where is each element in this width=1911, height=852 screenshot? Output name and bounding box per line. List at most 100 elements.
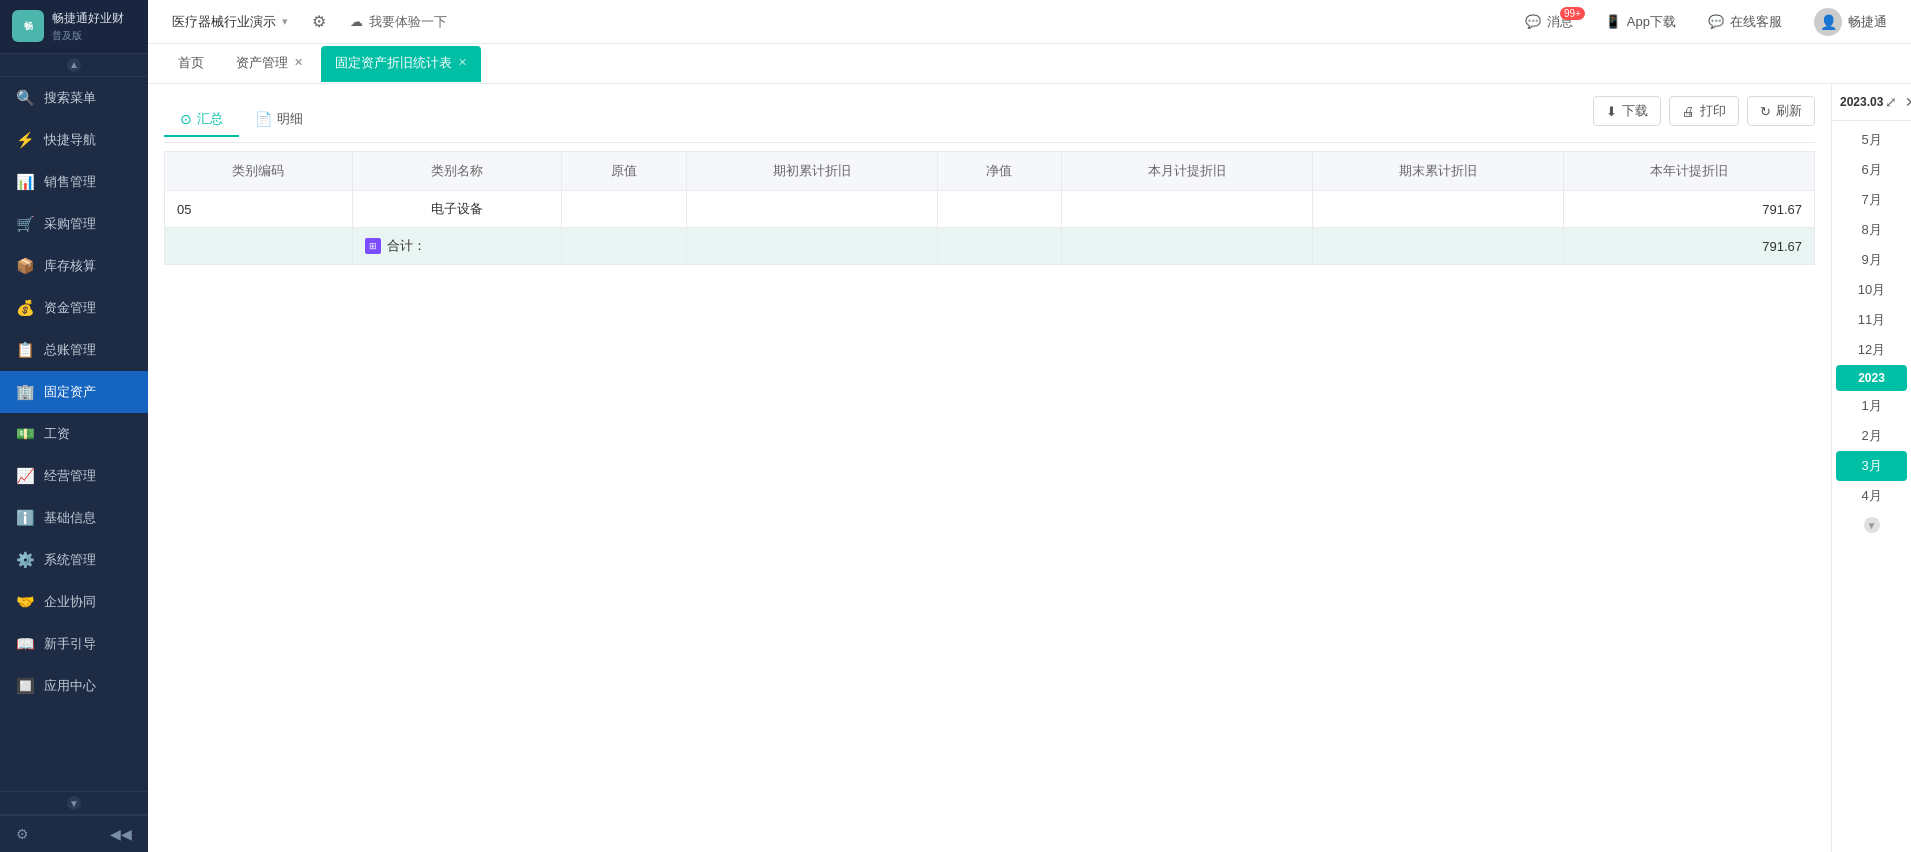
month-item-11[interactable]: 11月	[1832, 305, 1911, 335]
sidebar-item-basic-info[interactable]: ℹ️ 基础信息	[0, 497, 148, 539]
month-item-6[interactable]: 6月	[1832, 155, 1911, 185]
subtotal-annual-depreciation: 791.67	[1563, 228, 1814, 265]
sidebar-logo: 畅 畅捷通好业财 普及版	[0, 0, 148, 54]
month-item-10[interactable]: 10月	[1832, 275, 1911, 305]
system-icon: ⚙️	[16, 551, 34, 569]
sidebar-item-quick-nav[interactable]: ⚡ 快捷导航	[0, 119, 148, 161]
inventory-icon: 📦	[16, 257, 34, 275]
online-service-action[interactable]: 💬 在线客服	[1700, 9, 1790, 35]
sidebar-item-fixed-assets[interactable]: 🏢 固定资产	[0, 371, 148, 413]
sub-tabs-row: ⊙ 汇总 📄 明细 ⬇ 下载 🖨 打印	[164, 96, 1815, 143]
finance-icon: 💰	[16, 299, 34, 317]
month-item-5[interactable]: 5月	[1832, 125, 1911, 155]
sidebar: 畅 畅捷通好业财 普及版 ▲ 🔍 搜索菜单 ⚡ 快捷导航 📊 销售管理 🛒 采购…	[0, 0, 148, 852]
sidebar-item-operations[interactable]: 📈 经营管理	[0, 455, 148, 497]
print-icon: 🖨	[1682, 104, 1695, 119]
logo-icon: 畅	[12, 10, 44, 42]
date-panel-scroll-down[interactable]: ▼	[1864, 517, 1880, 533]
row-name: 电子设备	[352, 191, 562, 228]
month-item-7[interactable]: 7月	[1832, 185, 1911, 215]
row-code: 05	[165, 191, 353, 228]
tab-asset-mgmt-label: 资产管理	[236, 54, 288, 72]
collapse-sidebar-btn[interactable]: ◀◀	[110, 826, 132, 842]
col-monthly-depreciation: 本月计提折旧	[1061, 152, 1312, 191]
main-content: 医疗器械行业演示 ▾ ⚙ ☁ 我要体验一下 💬 消息 99+ 📱 App下载 💬…	[148, 0, 1911, 852]
sidebar-item-app-center[interactable]: 🔲 应用中心	[0, 665, 148, 707]
sidebar-item-inventory[interactable]: 📦 库存核算	[0, 245, 148, 287]
print-button[interactable]: 🖨 打印	[1669, 96, 1739, 126]
app-download-icon: 📱	[1605, 14, 1621, 29]
date-panel-close-icon[interactable]: ✕	[1903, 92, 1911, 112]
basic-info-icon: ℹ️	[16, 509, 34, 527]
purchase-icon: 🛒	[16, 215, 34, 233]
app-download-action[interactable]: 📱 App下载	[1597, 9, 1684, 35]
right-date-panel: 2023.03 ⤢ ✕ 5月 6月 7月 8月	[1831, 84, 1911, 852]
search-icon: 🔍	[16, 89, 34, 107]
avatar: 👤	[1814, 8, 1842, 36]
message-action[interactable]: 💬 消息 99+	[1517, 9, 1581, 35]
table-container: 类别编码 类别名称 原值 期初累计折旧 净值 本月计提折旧 期末累计折旧 本年计…	[164, 151, 1815, 840]
online-service-icon: 💬	[1708, 14, 1724, 29]
month-item-2023-1[interactable]: 1月	[1832, 391, 1911, 421]
download-icon: ⬇	[1606, 104, 1617, 119]
topbar-settings-icon[interactable]: ⚙	[308, 8, 330, 35]
company-chevron-icon: ▾	[282, 15, 288, 28]
table-header-row: 类别编码 类别名称 原值 期初累计折旧 净值 本月计提折旧 期末累计折旧 本年计…	[165, 152, 1815, 191]
month-item-2023-3[interactable]: 3月	[1836, 451, 1907, 481]
sub-tab-summary-label: 汇总	[197, 110, 223, 128]
row-net-value	[937, 191, 1061, 228]
tab-depreciation-report[interactable]: 固定资产折旧统计表 ✕	[321, 46, 481, 82]
scroll-down-btn[interactable]: ▼	[67, 796, 81, 810]
logo-title: 畅捷通好业财	[52, 10, 124, 27]
year-2023-marker[interactable]: 2023	[1836, 365, 1907, 391]
month-item-12[interactable]: 12月	[1832, 335, 1911, 365]
app-download-label: App下载	[1627, 13, 1676, 31]
sidebar-item-search[interactable]: 🔍 搜索菜单	[0, 77, 148, 119]
refresh-button[interactable]: ↻ 刷新	[1747, 96, 1815, 126]
tab-home-label: 首页	[178, 54, 204, 72]
logo-version: 普及版	[52, 29, 124, 43]
sidebar-item-cooperation[interactable]: 🤝 企业协同	[0, 581, 148, 623]
table-row: 05 电子设备 791.67	[165, 191, 1815, 228]
operations-icon: 📈	[16, 467, 34, 485]
company-selector[interactable]: 医疗器械行业演示 ▾	[164, 9, 296, 35]
sidebar-item-finance[interactable]: 💰 资金管理	[0, 287, 148, 329]
tab-asset-mgmt-close-icon[interactable]: ✕	[294, 56, 303, 69]
user-profile[interactable]: 👤 畅捷通	[1806, 4, 1895, 40]
sidebar-item-payroll[interactable]: 💵 工资	[0, 413, 148, 455]
ledger-icon: 📋	[16, 341, 34, 359]
tab-depreciation-close-icon[interactable]: ✕	[458, 56, 467, 69]
topbar: 医疗器械行业演示 ▾ ⚙ ☁ 我要体验一下 💬 消息 99+ 📱 App下载 💬…	[148, 0, 1911, 44]
sales-icon: 📊	[16, 173, 34, 191]
sidebar-item-system[interactable]: ⚙️ 系统管理	[0, 539, 148, 581]
sub-tab-detail[interactable]: 📄 明细	[239, 103, 319, 137]
sidebar-item-purchase[interactable]: 🛒 采购管理	[0, 203, 148, 245]
sidebar-nav: 🔍 搜索菜单 ⚡ 快捷导航 📊 销售管理 🛒 采购管理 📦 库存核算 💰 资金管…	[0, 77, 148, 791]
month-item-2023-2[interactable]: 2月	[1832, 421, 1911, 451]
cooperation-icon: 🤝	[16, 593, 34, 611]
tab-asset-mgmt[interactable]: 资产管理 ✕	[222, 46, 317, 82]
col-period-end-depreciation: 期末累计折旧	[1312, 152, 1563, 191]
date-panel-expand-icon[interactable]: ⤢	[1883, 92, 1899, 112]
toolbar: ⬇ 下载 🖨 打印 ↻ 刷新	[1593, 96, 1815, 134]
settings-bottom-icon[interactable]: ⚙	[16, 826, 29, 842]
sidebar-item-guide[interactable]: 📖 新手引导	[0, 623, 148, 665]
depreciation-table: 类别编码 类别名称 原值 期初累计折旧 净值 本月计提折旧 期末累计折旧 本年计…	[164, 151, 1815, 265]
sidebar-item-ledger[interactable]: 📋 总账管理	[0, 329, 148, 371]
content-area: ⊙ 汇总 📄 明细 ⬇ 下载 🖨 打印	[148, 84, 1911, 852]
download-button[interactable]: ⬇ 下载	[1593, 96, 1661, 126]
sub-tab-summary[interactable]: ⊙ 汇总	[164, 103, 239, 137]
month-item-9[interactable]: 9月	[1832, 245, 1911, 275]
month-item-8[interactable]: 8月	[1832, 215, 1911, 245]
detail-tab-icon: 📄	[255, 111, 272, 127]
sidebar-item-sales[interactable]: 📊 销售管理	[0, 161, 148, 203]
month-item-2023-4[interactable]: 4月	[1832, 481, 1911, 511]
username: 畅捷通	[1848, 13, 1887, 31]
tab-home[interactable]: 首页	[164, 46, 218, 82]
row-annual-depreciation: 791.67	[1563, 191, 1814, 228]
tabbar: 首页 资产管理 ✕ 固定资产折旧统计表 ✕	[148, 44, 1911, 84]
experience-cloud-icon: ☁	[350, 14, 363, 29]
experience-button[interactable]: ☁ 我要体验一下	[342, 9, 455, 35]
subtotal-row: ⊞ 合计： 791.67	[165, 228, 1815, 265]
scroll-up-btn[interactable]: ▲	[67, 58, 81, 72]
